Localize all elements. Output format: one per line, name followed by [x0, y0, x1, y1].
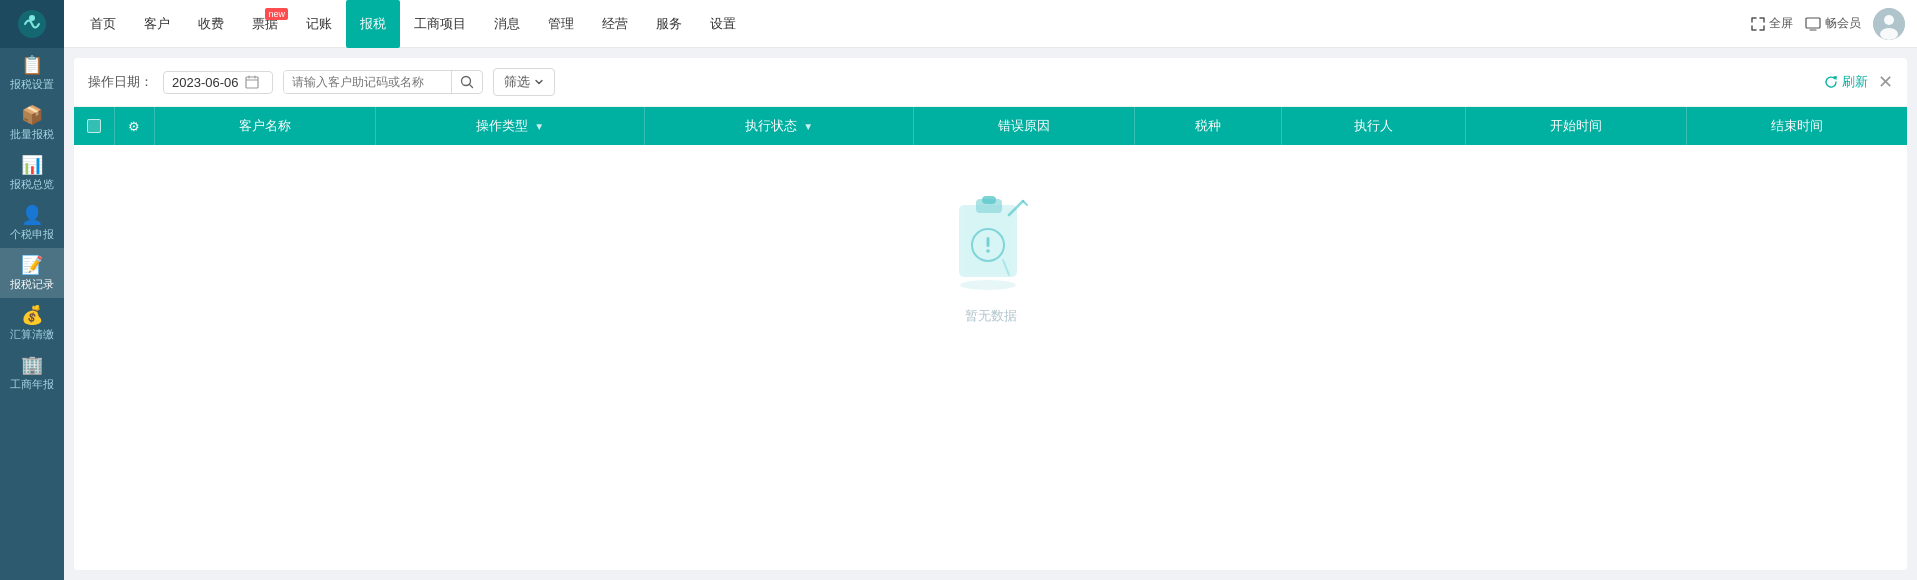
sidebar-item-baoshui-jilu[interactable]: 📝 报税记录: [0, 248, 64, 298]
svg-point-5: [1880, 28, 1898, 40]
fullscreen-button[interactable]: 全屏: [1751, 15, 1793, 32]
nav-shoufei[interactable]: 收费: [184, 0, 238, 48]
nav-items: 首页 客户 收费 票据 new 记账 报税 工商项目 消息: [76, 0, 1751, 48]
toolbar-right: 刷新 ✕: [1824, 73, 1893, 91]
sidebar-item-huisuan-jiaona[interactable]: 💰 汇算清缴: [0, 298, 64, 348]
sidebar-item-label: 报税记录: [10, 277, 54, 292]
nav-jizhang[interactable]: 记账: [292, 0, 346, 48]
member-button[interactable]: 畅会员: [1805, 15, 1861, 32]
table-wrapper: ⚙ 客户名称 操作类型 ▼ 执行状态 ▼: [74, 107, 1907, 570]
nav-guanli[interactable]: 管理: [534, 0, 588, 48]
close-button[interactable]: ✕: [1878, 73, 1893, 91]
sidebar-item-baoshui-shezhi[interactable]: 📋 报税设置: [0, 48, 64, 98]
empty-state: 暂无数据: [74, 145, 1907, 385]
th-settings[interactable]: ⚙: [114, 107, 154, 145]
filter-button[interactable]: 筛选: [493, 68, 555, 96]
report-overview-icon: 📊: [21, 156, 43, 174]
content-area: 操作日期： 2023-06-06: [64, 48, 1917, 580]
personal-tax-icon: 👤: [21, 206, 43, 224]
new-badge: new: [265, 8, 288, 21]
svg-point-16: [960, 280, 1016, 290]
search-input[interactable]: [284, 71, 451, 93]
refresh-button[interactable]: 刷新: [1824, 73, 1868, 91]
empty-text: 暂无数据: [965, 307, 1017, 325]
top-navigation: 首页 客户 收费 票据 new 记账 报税 工商项目 消息: [64, 0, 1917, 48]
main-area: 首页 客户 收费 票据 new 记账 报税 工商项目 消息: [64, 0, 1917, 580]
nav-fuwu[interactable]: 服务: [642, 0, 696, 48]
data-table: ⚙ 客户名称 操作类型 ▼ 执行状态 ▼: [74, 107, 1907, 385]
sort-icon-operation-type: ▼: [534, 121, 544, 132]
play-icon: [1805, 17, 1821, 31]
app-logo[interactable]: [0, 0, 64, 48]
calendar-icon: [245, 75, 259, 89]
sidebar-item-label: 个税申报: [10, 227, 54, 242]
date-label: 操作日期：: [88, 73, 153, 91]
settlement-icon: 💰: [21, 306, 43, 324]
sidebar-item-label: 报税总览: [10, 177, 54, 192]
fullscreen-icon: [1751, 17, 1765, 31]
refresh-icon: [1824, 75, 1838, 89]
th-customer-name: 客户名称: [154, 107, 375, 145]
sidebar-item-label: 报税设置: [10, 77, 54, 92]
svg-rect-6: [246, 77, 258, 88]
svg-rect-13: [986, 237, 989, 247]
th-operation-type: 操作类型 ▼: [375, 107, 644, 145]
sidebar-item-baoshui-zonglian[interactable]: 📊 报税总览: [0, 148, 64, 198]
empty-icon: [941, 185, 1041, 295]
sidebar-item-label: 批量报税: [10, 127, 54, 142]
sidebar-item-gongshang-nianbao[interactable]: 🏢 工商年报: [0, 348, 64, 398]
chevron-down-icon: [534, 77, 544, 87]
svg-point-14: [986, 249, 990, 253]
nav-homepage[interactable]: 首页: [76, 0, 130, 48]
nav-baoshui[interactable]: 报税: [346, 0, 400, 48]
sort-icon-exec-status: ▼: [803, 121, 813, 132]
svg-rect-2: [1806, 18, 1820, 28]
nav-jingying[interactable]: 经营: [588, 0, 642, 48]
search-button[interactable]: [451, 71, 482, 93]
sidebar: 📋 报税设置 📦 批量报税 📊 报税总览 👤 个税申报 📝 报税记录 💰 汇算清…: [0, 0, 64, 580]
tax-record-icon: 📝: [21, 256, 43, 274]
th-exec-status: 执行状态 ▼: [644, 107, 913, 145]
nav-customer[interactable]: 客户: [130, 0, 184, 48]
select-all-checkbox[interactable]: [87, 119, 101, 133]
report-settings-icon: 📋: [21, 56, 43, 74]
th-checkbox[interactable]: [74, 107, 114, 145]
th-error-reason: 错误原因: [913, 107, 1134, 145]
avatar[interactable]: [1873, 8, 1905, 40]
svg-point-4: [1884, 15, 1894, 25]
nav-piaoju[interactable]: 票据 new: [238, 0, 292, 48]
table-panel: 操作日期： 2023-06-06: [74, 58, 1907, 570]
annual-report-icon: 🏢: [21, 356, 43, 374]
nav-gongshang-xiangmu[interactable]: 工商项目: [400, 0, 480, 48]
sidebar-item-geshuishenabao[interactable]: 👤 个税申报: [0, 198, 64, 248]
nav-shezhi[interactable]: 设置: [696, 0, 750, 48]
sidebar-item-piliang-baoshui[interactable]: 📦 批量报税: [0, 98, 64, 148]
search-box: [283, 70, 483, 94]
topnav-right: 全屏 畅会员: [1751, 8, 1905, 40]
th-start-time: 开始时间: [1466, 107, 1687, 145]
th-tax-type: 税种: [1135, 107, 1282, 145]
svg-point-1: [29, 15, 35, 21]
nav-xiaoxi[interactable]: 消息: [480, 0, 534, 48]
toolbar: 操作日期： 2023-06-06: [74, 58, 1907, 107]
search-icon: [460, 75, 474, 89]
th-executor: 执行人: [1281, 107, 1465, 145]
sidebar-item-label: 汇算清缴: [10, 327, 54, 342]
th-end-time: 结束时间: [1687, 107, 1907, 145]
date-value: 2023-06-06: [172, 75, 239, 90]
date-picker[interactable]: 2023-06-06: [163, 71, 273, 94]
batch-report-icon: 📦: [21, 106, 43, 124]
svg-rect-11: [982, 196, 996, 204]
sidebar-item-label: 工商年报: [10, 377, 54, 392]
